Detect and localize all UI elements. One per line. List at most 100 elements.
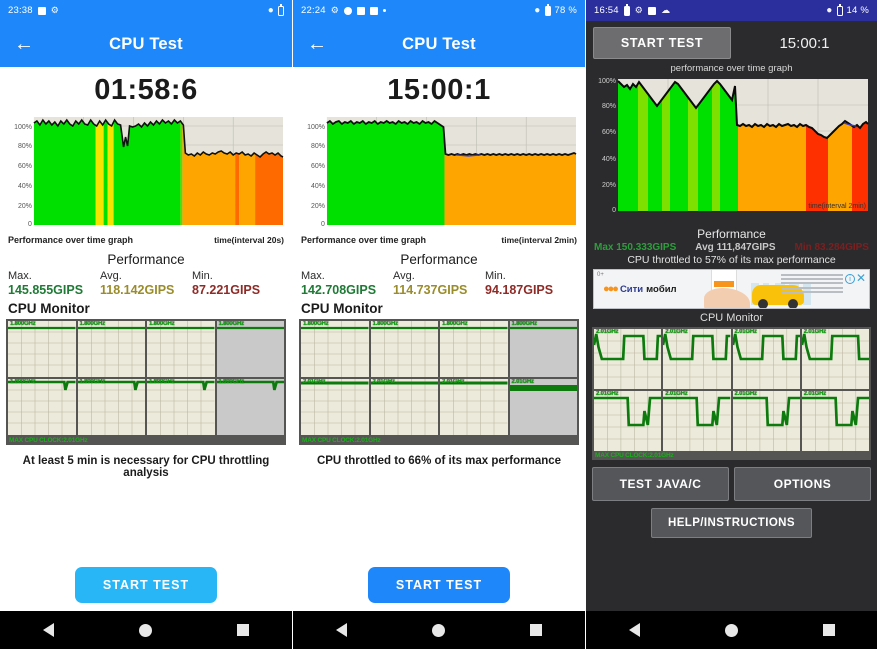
battery-percent: 78 %: [554, 5, 577, 16]
performance-stats-2: Max. 142.708GIPS Avg. 114.737GIPS Min. 9…: [293, 267, 585, 297]
cpu-core-cell: 1.800GHz: [77, 379, 145, 435]
cpu-core-freq: 2.01GHz: [734, 329, 757, 335]
performance-heading-2: Performance: [400, 252, 478, 267]
back-nav-icon[interactable]: [335, 623, 347, 637]
battery-percent: 14 %: [846, 5, 869, 16]
info-icon[interactable]: i: [845, 274, 855, 284]
chart-container-2: 100% 80% 60% 40% 20% 0 Performance over tim…: [293, 113, 585, 245]
status-bar-3: 16:54 ⚙ ☁ ● 14 %: [586, 0, 877, 21]
start-test-button[interactable]: START TEST: [74, 567, 218, 603]
ad-fineprint: [781, 274, 843, 295]
perf-avg-value: 118.142GIPS: [100, 283, 175, 297]
svg-text:80%: 80%: [602, 103, 616, 110]
cpu-core-freq: 1.800GHz: [149, 379, 175, 385]
start-button-wrap-2: START TEST: [293, 567, 585, 603]
cpu-core-cell: 1.800GHz: [147, 321, 215, 377]
cpu-core-cell: 2.01GHz: [594, 391, 662, 451]
status-bar-2: 22:24 ⚙ ● 78 %: [293, 0, 585, 21]
home-nav-icon[interactable]: [724, 623, 738, 637]
gear-icon: ⚙: [634, 5, 644, 15]
status-time: 23:38: [8, 5, 33, 16]
cpu-core-freq: 1.800GHz: [372, 321, 399, 327]
status-right-1: ●: [267, 3, 284, 16]
svg-text:40%: 40%: [18, 183, 32, 190]
svg-text:40%: 40%: [602, 156, 616, 163]
performance-heading-1: Performance: [107, 252, 185, 267]
cpu-core-freq: 2.01GHz: [596, 329, 619, 335]
start-button-wrap-1: START TEST: [0, 567, 292, 603]
home-nav-icon[interactable]: [138, 623, 152, 637]
cpu-core-cell: 1.800GHz: [77, 321, 145, 377]
cpu-core-freq: 2.01GHz: [803, 391, 827, 397]
sim-icon: [648, 6, 657, 15]
perf-avg-label: Avg.: [100, 270, 122, 282]
cpu-core-cell: 2.01GHz: [801, 329, 869, 389]
options-button[interactable]: OPTIONS: [734, 467, 871, 501]
cpu-core-cell: 2.01GHz: [801, 391, 869, 451]
performance-stats-3: Max 150.333GIPS Avg 111,847GIPS Min 83.2…: [586, 241, 877, 253]
gear-icon: ⚙: [50, 5, 60, 15]
throttle-note-2: CPU throttled to 66% of its max performa…: [316, 455, 562, 467]
recents-nav-icon[interactable]: [237, 624, 250, 636]
back-nav-icon[interactable]: [42, 623, 54, 637]
cpu-core-cell: 1.800GHz: [370, 321, 438, 377]
cpu-core-freq: 2.01GHz: [665, 391, 688, 397]
start-test-button[interactable]: START TEST: [593, 27, 731, 59]
back-arrow-icon[interactable]: ←: [14, 34, 34, 54]
cpu-monitor-heading-1: CPU Monitor: [8, 301, 90, 316]
chart-caption-right-3: time(interval 2min): [808, 203, 866, 210]
throttle-note-1: At least 5 min is necessary for CPU thro…: [22, 455, 270, 479]
recents-nav-icon[interactable]: [530, 624, 543, 636]
perf-avg-1: Avg. 118.142GIPS: [100, 270, 192, 297]
cpu-core-cell: 2.01GHz: [732, 391, 800, 451]
ad-age-rating: 0+: [597, 272, 604, 278]
cpu-core-cell: 1.800GHz: [147, 379, 215, 435]
wifi-icon: ●: [267, 4, 274, 16]
svg-text:100%: 100%: [14, 124, 32, 131]
cpu-core-freq: 2.01GHz: [665, 329, 688, 335]
back-nav-icon[interactable]: [628, 623, 640, 637]
video-icon: [370, 6, 379, 15]
svg-text:20%: 20%: [311, 203, 325, 210]
ad-brand-part2: мобил: [646, 283, 677, 295]
recents-nav-icon[interactable]: [822, 624, 835, 636]
cpu-core-freq: 2.01GHz: [372, 379, 395, 385]
cpu-core-freq: 1.800GHz: [511, 321, 538, 327]
home-nav-icon[interactable]: [431, 623, 445, 637]
start-test-button[interactable]: START TEST: [367, 567, 511, 603]
svg-text:100%: 100%: [307, 124, 325, 131]
help-instructions-button[interactable]: HELP/INSTRUCTIONS: [651, 508, 812, 538]
perf-min-label: Min.: [485, 270, 506, 282]
video-icon: [357, 6, 366, 15]
ad-hand-graphic: [703, 288, 750, 308]
cpu-core-freq: 1.800GHz: [149, 321, 175, 327]
shield-icon: [344, 6, 353, 15]
cpu-row-bottom-3: 2.01GHz 2.01GHz 2.01GHz 2.01GHz: [594, 391, 869, 451]
dot-icon: [383, 9, 387, 12]
perf-max-2: Max. 142.708GIPS: [301, 270, 393, 297]
ad-banner[interactable]: 0+ ●●● Сити мобил i ✕: [593, 269, 870, 309]
back-arrow-icon[interactable]: ←: [307, 34, 327, 54]
svg-text:60%: 60%: [311, 163, 325, 170]
cpu-monitor-heading-3: CPU Monitor: [700, 312, 763, 324]
close-icon[interactable]: ✕: [856, 272, 866, 284]
cpu-monitor-1: 1.800GHz 1.800GHz 1.800GHz 1.800GHz 1.80…: [6, 319, 286, 445]
svg-text:0: 0: [321, 221, 325, 228]
wifi-icon: ●: [534, 4, 541, 16]
performance-chart-1: 100% 80% 60% 40% 20% 0: [6, 113, 286, 238]
battery-icon: [836, 3, 843, 16]
cpu-core-cell: 1.800GHz: [216, 379, 284, 435]
top-controls-3: START TEST 15:00:1: [586, 21, 877, 63]
cpu-core-freq: 1.800GHz: [303, 321, 329, 327]
cpu-row-bottom-2: 2.01GHz 2.01GHz 2.01GHz 2.01GHz: [301, 379, 577, 435]
svg-text:20%: 20%: [18, 203, 32, 210]
cpu-monitor-3: 2.01GHz 2.01GHz 2.01GHz 2.01GHz 2.01GHz …: [592, 327, 871, 460]
perf-min-label: Min.: [192, 270, 213, 282]
battery-icon: [278, 3, 284, 16]
test-java-c-button[interactable]: TEST JAVA/C: [592, 467, 729, 501]
status-left-1: 23:38 ⚙: [8, 5, 59, 16]
phone-panel-2: 22:24 ⚙ ● 78 % ← CPU Test 15:00:1 100% 8…: [293, 0, 586, 649]
cpu-core-cell: 1.800GHz: [216, 321, 284, 377]
performance-chart-2: 100% 80% 60% 40% 20% 0: [299, 113, 579, 238]
cpu-core-freq: 1.800GHz: [10, 321, 36, 327]
